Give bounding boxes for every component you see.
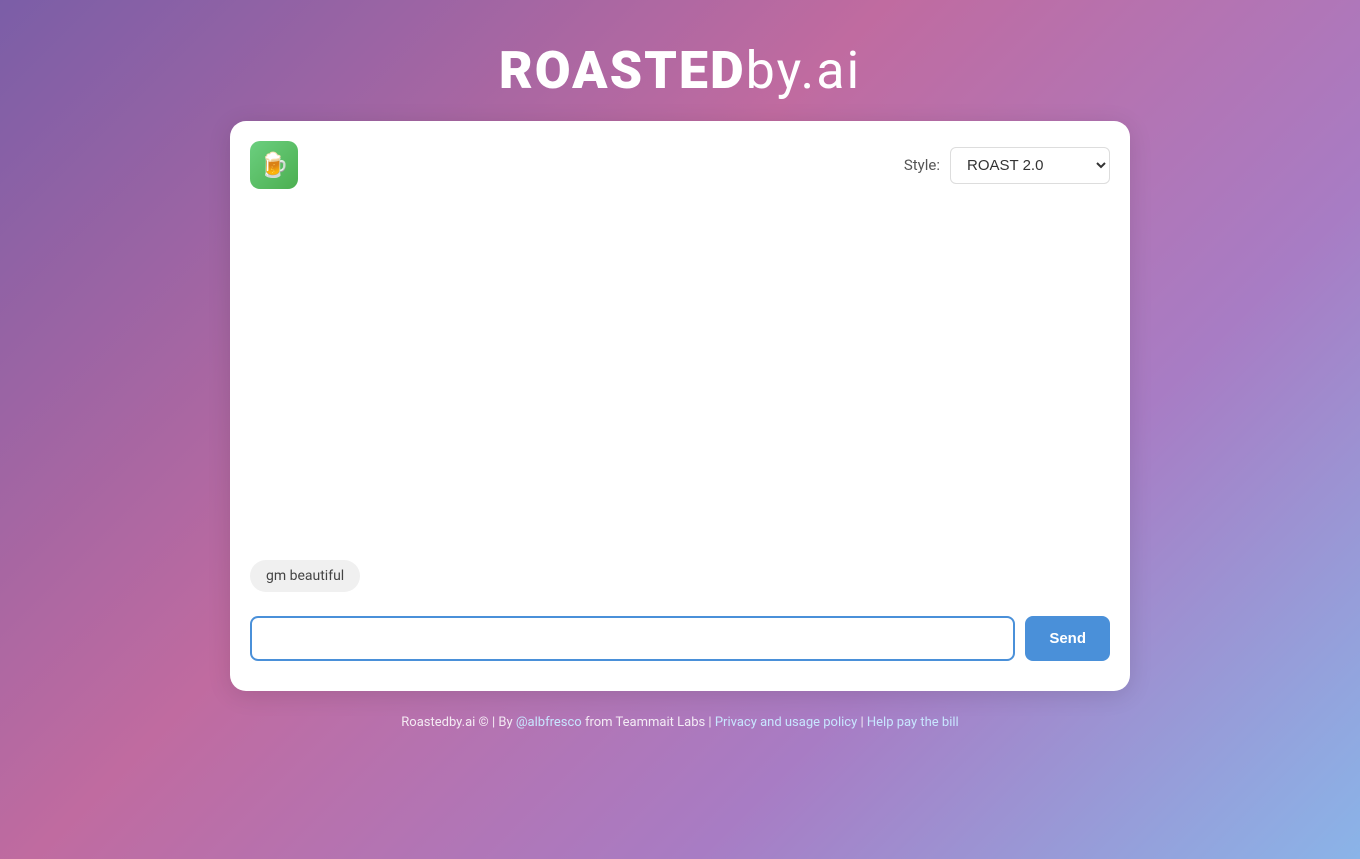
suggestion-chip[interactable]: gm beautiful <box>250 560 360 592</box>
footer-author-link[interactable]: @albfresco <box>516 715 582 730</box>
footer-copyright: Roastedby.ai © | By <box>401 715 512 730</box>
logo-icon: 🍺 <box>250 141 298 189</box>
title-roasted: ROASTED <box>499 40 746 101</box>
style-select[interactable]: ROAST 2.0 ROAST 1.0 Gentle Savage <box>950 147 1110 184</box>
title-byai: by.ai <box>746 40 861 101</box>
footer-from: from Teammait Labs | <box>585 715 715 730</box>
chat-area: gm beautiful Send <box>250 199 1110 671</box>
footer-privacy-link[interactable]: Privacy and usage policy <box>715 715 857 730</box>
page-header: ROASTEDby.ai <box>499 40 861 101</box>
footer: Roastedby.ai © | By @albfresco from Team… <box>401 715 958 730</box>
card-top-bar: 🍺 Style: ROAST 2.0 ROAST 1.0 Gentle Sava… <box>250 141 1110 189</box>
footer-separator: | <box>860 715 863 730</box>
footer-bill-link[interactable]: Help pay the bill <box>867 715 959 730</box>
message-input[interactable] <box>250 616 1015 661</box>
style-selector: Style: ROAST 2.0 ROAST 1.0 Gentle Savage <box>904 147 1110 184</box>
main-card: 🍺 Style: ROAST 2.0 ROAST 1.0 Gentle Sava… <box>230 121 1130 691</box>
site-title: ROASTEDby.ai <box>499 40 861 101</box>
style-label: Style: <box>904 156 940 174</box>
input-row: Send <box>250 616 1110 661</box>
send-button[interactable]: Send <box>1025 616 1110 661</box>
